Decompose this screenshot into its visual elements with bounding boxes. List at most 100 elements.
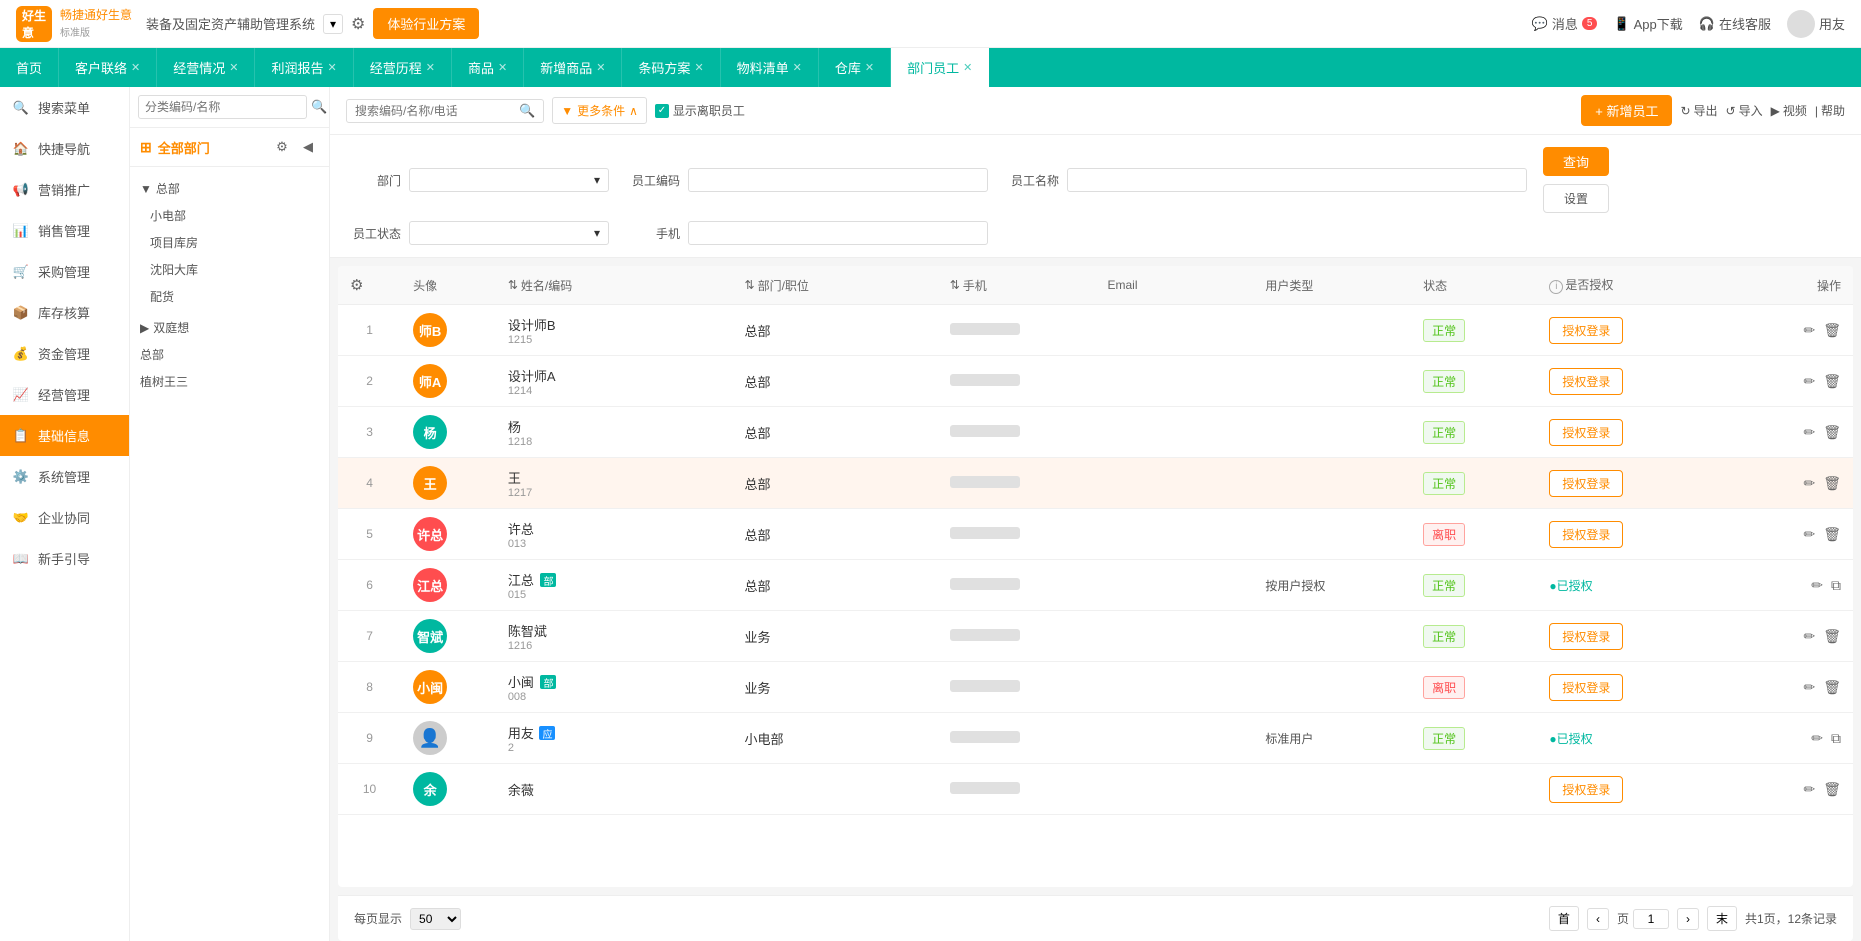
video-btn[interactable]: ▶ 视频 <box>1771 102 1807 119</box>
edit-icon[interactable]: ✏ <box>1811 730 1823 747</box>
dept-shuangting-header[interactable]: ▶ 双庭想 <box>130 314 329 341</box>
sidebar-item-inventory[interactable]: 📦 库存核算 <box>0 292 129 333</box>
auth-login-btn[interactable]: 授权登录 <box>1549 776 1623 803</box>
sidebar-item-guide[interactable]: 📖 新手引导 <box>0 538 129 579</box>
dept-search-icon[interactable]: 🔍 <box>311 99 327 115</box>
sidebar-item-finance[interactable]: 💰 资金管理 <box>0 333 129 374</box>
sidebar-item-nav[interactable]: 🏠 快捷导航 <box>0 128 129 169</box>
delete-icon[interactable]: 🗑 <box>1823 679 1841 696</box>
user-area[interactable]: 用友 <box>1787 10 1845 38</box>
filter-emp-code-input[interactable] <box>688 168 988 192</box>
tab-goods[interactable]: 商品 ✕ <box>452 48 524 87</box>
dept-node-xiangmu[interactable]: 项目库房 <box>130 229 329 256</box>
online-service-btn[interactable]: 🎧 在线客服 <box>1699 14 1771 33</box>
tab-operation[interactable]: 经营情况 ✕ <box>157 48 255 87</box>
sys-dropdown-btn[interactable]: ▾ <box>323 14 343 34</box>
trial-btn[interactable]: 体验行业方案 <box>373 8 479 39</box>
export-btn[interactable]: ↻ 导出 <box>1680 102 1717 119</box>
show-resigned-toggle[interactable]: ✓ 显示离职员工 <box>655 102 745 119</box>
dept-zongbu-header[interactable]: ▼ 总部 <box>130 175 329 202</box>
sidebar-item-sales[interactable]: 📊 销售管理 <box>0 210 129 251</box>
dept-node-peihuo[interactable]: 配货 <box>130 283 329 310</box>
edit-icon[interactable]: ✏ <box>1811 577 1823 594</box>
help-btn[interactable]: | 帮助 <box>1815 102 1845 119</box>
tab-close-icon[interactable]: ✕ <box>426 61 435 74</box>
prev-page-btn[interactable]: ‹ <box>1587 908 1609 930</box>
delete-icon[interactable]: 🗑 <box>1823 475 1841 492</box>
search-input[interactable] <box>355 104 515 118</box>
delete-icon[interactable]: 🗑 <box>1823 628 1841 645</box>
dept-node-xiaodian[interactable]: 小电部 <box>130 202 329 229</box>
auth-login-btn[interactable]: 授权登录 <box>1549 419 1623 446</box>
tab-close-icon[interactable]: ✕ <box>865 61 874 74</box>
auth-login-btn[interactable]: 授权登录 <box>1549 317 1623 344</box>
th-phone-sortable[interactable]: ⇅ 手机 <box>950 277 1084 294</box>
auth-login-btn[interactable]: 授权登录 <box>1549 623 1623 650</box>
tab-customer[interactable]: 客户联络 ✕ <box>59 48 157 87</box>
edit-icon[interactable]: ✏ <box>1803 526 1815 543</box>
dept-collapse-icon[interactable]: ◀ <box>297 136 319 158</box>
add-employee-btn[interactable]: + 新增员工 <box>1581 95 1672 126</box>
delete-icon[interactable]: 🗑 <box>1823 781 1841 798</box>
auth-login-btn[interactable]: 授权登录 <box>1549 470 1623 497</box>
tab-add-goods[interactable]: 新增商品 ✕ <box>524 48 622 87</box>
edit-icon[interactable]: ✏ <box>1803 781 1815 798</box>
tab-close-icon[interactable]: ✕ <box>596 61 605 74</box>
delete-icon[interactable]: 🗑 <box>1823 322 1841 339</box>
tab-warehouse[interactable]: 仓库 ✕ <box>819 48 891 87</box>
msg-btn[interactable]: 💬 消息 5 <box>1532 14 1598 33</box>
more-filter-btn[interactable]: ▼ 更多条件 ∧ <box>552 97 647 124</box>
first-page-btn[interactable]: 首 <box>1549 906 1579 931</box>
page-size-select[interactable]: 50 100 200 <box>410 908 461 930</box>
delete-icon[interactable]: 🗑 <box>1823 424 1841 441</box>
copy-icon[interactable]: ⧉ <box>1831 577 1841 594</box>
edit-icon[interactable]: ✏ <box>1803 322 1815 339</box>
sidebar-item-basic[interactable]: 📋 基础信息 <box>0 415 129 456</box>
copy-icon[interactable]: ⧉ <box>1831 730 1841 747</box>
tab-profit[interactable]: 利润报告 ✕ <box>255 48 353 87</box>
tab-home[interactable]: 首页 <box>0 48 59 87</box>
auth-login-btn[interactable]: 授权登录 <box>1549 674 1623 701</box>
tab-barcode[interactable]: 条码方案 ✕ <box>622 48 720 87</box>
auth-login-btn[interactable]: 授权登录 <box>1549 368 1623 395</box>
tab-close-icon[interactable]: ✕ <box>498 61 507 74</box>
tab-close-icon[interactable]: ✕ <box>963 61 972 74</box>
edit-icon[interactable]: ✏ <box>1803 475 1815 492</box>
dept-search-input[interactable] <box>138 95 307 119</box>
filter-dept-select[interactable]: ▾ <box>409 168 609 192</box>
tab-close-icon[interactable]: ✕ <box>229 61 238 74</box>
next-page-btn[interactable]: › <box>1677 908 1699 930</box>
tab-close-icon[interactable]: ✕ <box>328 61 337 74</box>
delete-icon[interactable]: 🗑 <box>1823 373 1841 390</box>
set-btn[interactable]: 设置 <box>1543 184 1609 213</box>
dept-node-shenyang[interactable]: 沈阳大库 <box>130 256 329 283</box>
th-dept-sortable[interactable]: ⇅ 部门/职位 <box>745 277 926 294</box>
edit-icon[interactable]: ✏ <box>1803 373 1815 390</box>
tab-employees[interactable]: 部门员工 ✕ <box>891 48 989 87</box>
sidebar-item-collab[interactable]: 🤝 企业协同 <box>0 497 129 538</box>
import-btn[interactable]: ↺ 导入 <box>1726 102 1763 119</box>
page-num-input[interactable] <box>1633 909 1669 929</box>
sidebar-item-search[interactable]: 🔍 搜索菜单 <box>0 87 129 128</box>
edit-icon[interactable]: ✏ <box>1803 424 1815 441</box>
col-gear-icon[interactable]: ⚙ <box>350 277 363 294</box>
last-page-btn[interactable]: 末 <box>1707 906 1737 931</box>
tab-close-icon[interactable]: ✕ <box>793 61 802 74</box>
search-icon[interactable]: 🔍 <box>519 103 535 119</box>
dept-zhishu-header[interactable]: 植树王三 <box>130 368 329 395</box>
dept-zongbu2-header[interactable]: 总部 <box>130 341 329 368</box>
sidebar-item-purchase[interactable]: 🛒 采购管理 <box>0 251 129 292</box>
gear-settings-btn[interactable]: ⚙ <box>351 14 365 34</box>
tab-close-icon[interactable]: ✕ <box>131 61 140 74</box>
edit-icon[interactable]: ✏ <box>1803 628 1815 645</box>
tab-close-icon[interactable]: ✕ <box>694 61 703 74</box>
tab-history[interactable]: 经营历程 ✕ <box>354 48 452 87</box>
sidebar-item-mgmt[interactable]: 📈 经营管理 <box>0 374 129 415</box>
edit-icon[interactable]: ✏ <box>1803 679 1815 696</box>
sidebar-item-system[interactable]: ⚙️ 系统管理 <box>0 456 129 497</box>
filter-phone-input[interactable] <box>688 221 988 245</box>
tab-bom[interactable]: 物料清单 ✕ <box>721 48 819 87</box>
filter-status-select[interactable]: ▾ <box>409 221 609 245</box>
th-name-sortable[interactable]: ⇅ 姓名/编码 <box>508 277 721 294</box>
auth-login-btn[interactable]: 授权登录 <box>1549 521 1623 548</box>
